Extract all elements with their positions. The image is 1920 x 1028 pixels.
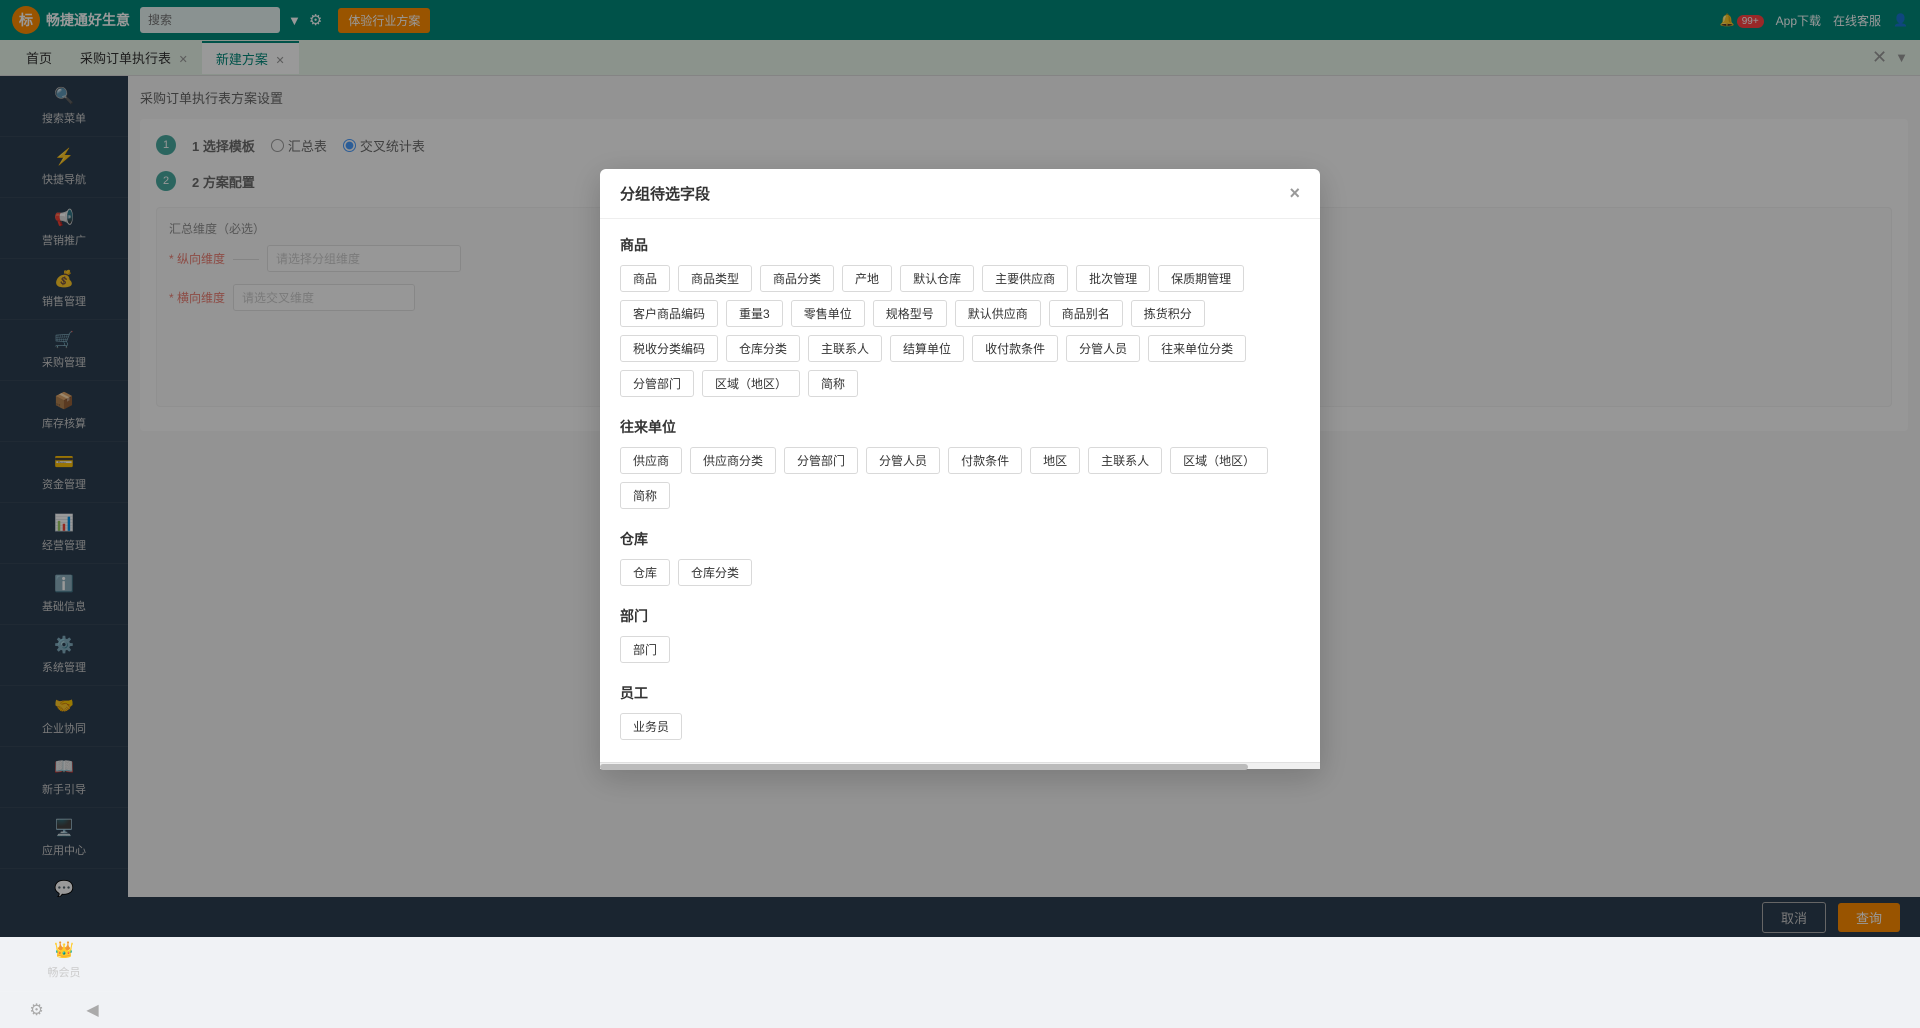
field-tags-product: 商品 商品类型 商品分类 产地 默认仓库 主要供应商 批次管理 保质期管理 客户… — [620, 265, 1300, 397]
field-group-partner: 往来单位 供应商 供应商分类 分管部门 分管人员 付款条件 地区 主联系人 区域… — [620, 417, 1300, 509]
field-tag-department[interactable]: 部门 — [620, 636, 670, 663]
field-tag-salesperson[interactable]: 业务员 — [620, 713, 682, 740]
modal-body: 商品 商品 商品类型 商品分类 产地 默认仓库 主要供应商 批次管理 保质期管理… — [600, 219, 1320, 762]
field-tag-partner-person[interactable]: 分管人员 — [866, 447, 940, 474]
field-tag-partner-payment[interactable]: 付款条件 — [948, 447, 1022, 474]
field-tag-partner-contact[interactable]: 主联系人 — [1088, 447, 1162, 474]
field-tags-warehouse: 仓库 仓库分类 — [620, 559, 1300, 586]
field-tag-warehouse[interactable]: 仓库 — [620, 559, 670, 586]
field-tag-origin[interactable]: 产地 — [842, 265, 892, 292]
field-tag-product-alias[interactable]: 商品别名 — [1049, 300, 1123, 327]
sidebar-collapse-icon[interactable]: ◀ — [86, 1000, 98, 1020]
field-tag-batch-mgmt[interactable]: 批次管理 — [1076, 265, 1150, 292]
field-tag-supervisor[interactable]: 分管人员 — [1066, 335, 1140, 362]
field-group-employee-title: 员工 — [620, 683, 1300, 703]
field-tag-supplier[interactable]: 供应商 — [620, 447, 682, 474]
field-tag-settlement-unit[interactable]: 结算单位 — [890, 335, 964, 362]
field-tag-abbr-product[interactable]: 简称 — [808, 370, 858, 397]
field-group-product: 商品 商品 商品类型 商品分类 产地 默认仓库 主要供应商 批次管理 保质期管理… — [620, 235, 1300, 397]
sidebar-item-member[interactable]: 👑 畅会员 — [0, 930, 128, 991]
modal-title: 分组待选字段 — [620, 183, 710, 204]
field-tags-department: 部门 — [620, 636, 1300, 663]
sidebar-bottom: ⚙ ◀ — [0, 991, 128, 1028]
field-group-product-title: 商品 — [620, 235, 1300, 255]
field-tag-retail-unit[interactable]: 零售单位 — [791, 300, 865, 327]
field-tag-pick-score[interactable]: 拣货积分 — [1131, 300, 1205, 327]
field-select-modal: 分组待选字段 × 商品 商品 商品类型 商品分类 产地 默认仓库 主要供应商 批… — [600, 169, 1320, 769]
field-tag-product-category[interactable]: 商品分类 — [760, 265, 834, 292]
field-tag-partner-area[interactable]: 地区 — [1030, 447, 1080, 474]
field-tag-region-product[interactable]: 区域（地区） — [702, 370, 800, 397]
field-group-partner-title: 往来单位 — [620, 417, 1300, 437]
modal-close-button[interactable]: × — [1289, 184, 1300, 202]
member-icon: 👑 — [54, 940, 74, 960]
field-group-warehouse: 仓库 仓库 仓库分类 — [620, 529, 1300, 586]
field-group-employee: 员工 业务员 — [620, 683, 1300, 740]
field-tag-supplier-category[interactable]: 供应商分类 — [690, 447, 776, 474]
field-tag-customer-code[interactable]: 客户商品编码 — [620, 300, 718, 327]
field-tags-employee: 业务员 — [620, 713, 1300, 740]
field-tag-partner-dept[interactable]: 分管部门 — [784, 447, 858, 474]
field-tag-main-contact[interactable]: 主联系人 — [808, 335, 882, 362]
modal-header: 分组待选字段 × — [600, 169, 1320, 219]
field-tag-warehouse-category[interactable]: 仓库分类 — [726, 335, 800, 362]
field-tag-tax-code[interactable]: 税收分类编码 — [620, 335, 718, 362]
field-tag-main-supplier[interactable]: 主要供应商 — [982, 265, 1068, 292]
field-group-warehouse-title: 仓库 — [620, 529, 1300, 549]
field-tags-partner: 供应商 供应商分类 分管部门 分管人员 付款条件 地区 主联系人 区域（地区） … — [620, 447, 1300, 509]
field-tag-default-warehouse[interactable]: 默认仓库 — [900, 265, 974, 292]
field-tag-shelf-life[interactable]: 保质期管理 — [1158, 265, 1244, 292]
field-tag-partner-category[interactable]: 往来单位分类 — [1148, 335, 1246, 362]
field-tag-partner-region[interactable]: 区域（地区） — [1170, 447, 1268, 474]
modal-scrollbar-horizontal[interactable] — [600, 762, 1320, 769]
field-tag-default-supplier[interactable]: 默认供应商 — [955, 300, 1041, 327]
field-tag-spec-model[interactable]: 规格型号 — [873, 300, 947, 327]
field-tag-product-type[interactable]: 商品类型 — [678, 265, 752, 292]
modal-scrollbar-thumb — [600, 764, 1248, 770]
field-tag-payment-terms[interactable]: 收付款条件 — [972, 335, 1058, 362]
field-group-department: 部门 部门 — [620, 606, 1300, 663]
field-group-department-title: 部门 — [620, 606, 1300, 626]
modal-overlay: 分组待选字段 × 商品 商品 商品类型 商品分类 产地 默认仓库 主要供应商 批… — [0, 0, 1920, 937]
field-tag-warehouse-type[interactable]: 仓库分类 — [678, 559, 752, 586]
sidebar-settings-icon[interactable]: ⚙ — [29, 1000, 43, 1020]
field-tag-weight3[interactable]: 重量3 — [726, 300, 783, 327]
field-tag-product[interactable]: 商品 — [620, 265, 670, 292]
field-tag-supervisor-dept[interactable]: 分管部门 — [620, 370, 694, 397]
field-tag-partner-abbr[interactable]: 简称 — [620, 482, 670, 509]
